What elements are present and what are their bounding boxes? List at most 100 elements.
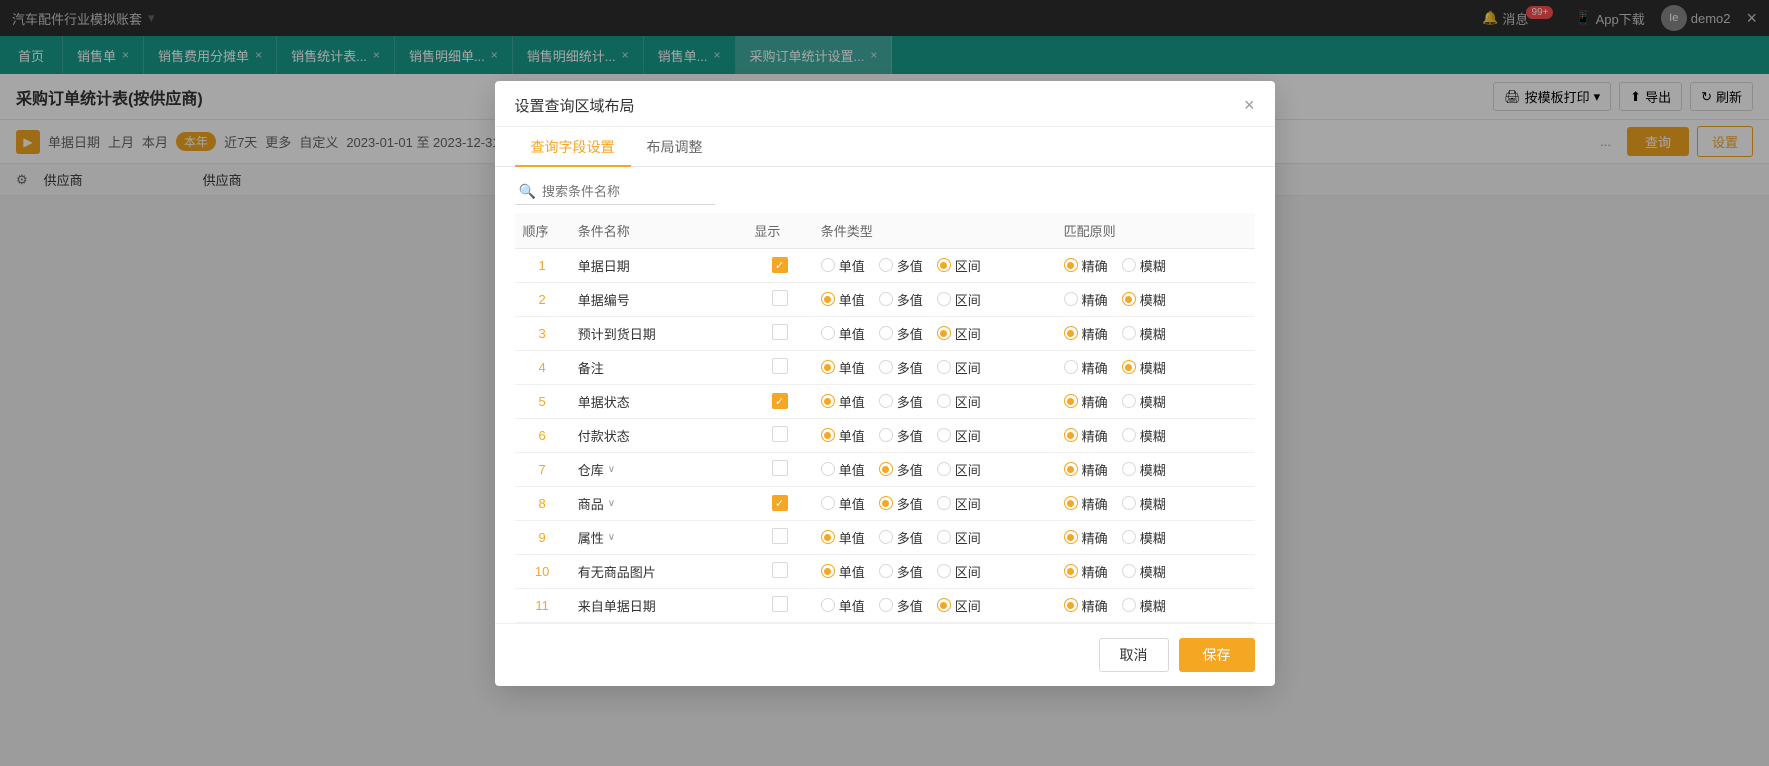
expand-arrow-icon[interactable]: ∨ bbox=[608, 532, 615, 543]
show-checkbox[interactable] bbox=[772, 290, 788, 306]
match-radio-exact[interactable]: 精确 bbox=[1064, 426, 1108, 445]
cell-show[interactable] bbox=[746, 554, 812, 588]
show-checkbox[interactable] bbox=[772, 596, 788, 612]
match-radio-fuzzy[interactable]: 模糊 bbox=[1122, 324, 1166, 343]
cell-show[interactable] bbox=[746, 350, 812, 384]
match-radio-exact[interactable]: 精确 bbox=[1064, 290, 1108, 309]
match-radio-group: 精确模糊 bbox=[1064, 358, 1247, 377]
match-radio-exact[interactable]: 精确 bbox=[1064, 562, 1108, 581]
cell-show[interactable] bbox=[746, 248, 812, 282]
match-radio-exact[interactable]: 精确 bbox=[1064, 460, 1108, 479]
type-radio-range[interactable]: 区间 bbox=[937, 290, 981, 309]
tab-query-fields[interactable]: 查询字段设置 bbox=[515, 127, 631, 167]
cell-show[interactable] bbox=[746, 316, 812, 350]
radio-dot-match-exact bbox=[1064, 530, 1078, 544]
cell-show[interactable] bbox=[746, 418, 812, 452]
cell-show[interactable] bbox=[746, 282, 812, 316]
type-radio-single[interactable]: 单值 bbox=[821, 562, 865, 581]
match-radio-fuzzy[interactable]: 模糊 bbox=[1122, 460, 1166, 479]
cell-order: 11 bbox=[515, 588, 570, 622]
type-radio-range[interactable]: 区间 bbox=[937, 358, 981, 377]
type-radio-range[interactable]: 区间 bbox=[937, 426, 981, 445]
match-radio-fuzzy[interactable]: 模糊 bbox=[1122, 290, 1166, 309]
type-radio-group: 单值多值区间 bbox=[821, 358, 1048, 377]
cell-show[interactable] bbox=[746, 452, 812, 486]
type-radio-range[interactable]: 区间 bbox=[937, 392, 981, 411]
type-radio-single[interactable]: 单值 bbox=[821, 358, 865, 377]
type-radio-multi[interactable]: 多值 bbox=[879, 494, 923, 513]
match-radio-exact[interactable]: 精确 bbox=[1064, 324, 1108, 343]
match-radio-fuzzy[interactable]: 模糊 bbox=[1122, 528, 1166, 547]
cell-show[interactable] bbox=[746, 520, 812, 554]
type-radio-single[interactable]: 单值 bbox=[821, 324, 865, 343]
type-radio-range[interactable]: 区间 bbox=[937, 324, 981, 343]
show-checkbox[interactable] bbox=[772, 495, 788, 511]
type-radio-single[interactable]: 单值 bbox=[821, 256, 865, 275]
cell-show[interactable] bbox=[746, 486, 812, 520]
expand-arrow-icon[interactable]: ∨ bbox=[608, 464, 615, 475]
expand-arrow-icon[interactable]: ∨ bbox=[608, 498, 615, 509]
match-radio-exact[interactable]: 精确 bbox=[1064, 494, 1108, 513]
type-radio-single[interactable]: 单值 bbox=[821, 528, 865, 547]
dialog-close-button[interactable]: × bbox=[1244, 96, 1255, 114]
radio-dot-range bbox=[937, 360, 951, 374]
type-radio-multi[interactable]: 多值 bbox=[879, 460, 923, 479]
show-checkbox[interactable] bbox=[772, 358, 788, 374]
show-checkbox[interactable] bbox=[772, 257, 788, 273]
cell-show[interactable] bbox=[746, 588, 812, 622]
cancel-button[interactable]: 取消 bbox=[1099, 638, 1169, 672]
cell-show[interactable] bbox=[746, 384, 812, 418]
match-radio-fuzzy[interactable]: 模糊 bbox=[1122, 494, 1166, 513]
type-radio-multi[interactable]: 多值 bbox=[879, 290, 923, 309]
match-radio-fuzzy[interactable]: 模糊 bbox=[1122, 256, 1166, 275]
match-radio-exact[interactable]: 精确 bbox=[1064, 392, 1108, 411]
match-radio-group: 精确模糊 bbox=[1064, 426, 1247, 445]
type-radio-single[interactable]: 单值 bbox=[821, 596, 865, 615]
type-radio-range[interactable]: 区间 bbox=[937, 256, 981, 275]
save-button[interactable]: 保存 bbox=[1179, 638, 1255, 672]
cell-type: 单值多值区间 bbox=[813, 316, 1056, 350]
tab-layout-adjust[interactable]: 布局调整 bbox=[631, 127, 719, 167]
match-radio-exact[interactable]: 精确 bbox=[1064, 528, 1108, 547]
type-radio-group: 单值多值区间 bbox=[821, 324, 1048, 343]
type-radio-multi[interactable]: 多值 bbox=[879, 426, 923, 445]
type-radio-single[interactable]: 单值 bbox=[821, 290, 865, 309]
type-radio-range[interactable]: 区间 bbox=[937, 460, 981, 479]
show-checkbox[interactable] bbox=[772, 426, 788, 442]
match-radio-fuzzy[interactable]: 模糊 bbox=[1122, 596, 1166, 615]
match-radio-exact[interactable]: 精确 bbox=[1064, 358, 1108, 377]
match-radio-fuzzy[interactable]: 模糊 bbox=[1122, 562, 1166, 581]
cell-match: 精确模糊 bbox=[1056, 520, 1255, 554]
type-radio-multi[interactable]: 多值 bbox=[879, 256, 923, 275]
match-radio-fuzzy[interactable]: 模糊 bbox=[1122, 426, 1166, 445]
match-radio-fuzzy[interactable]: 模糊 bbox=[1122, 358, 1166, 377]
show-checkbox[interactable] bbox=[772, 324, 788, 340]
show-checkbox[interactable] bbox=[772, 460, 788, 476]
type-radio-multi[interactable]: 多值 bbox=[879, 596, 923, 615]
show-checkbox[interactable] bbox=[772, 562, 788, 578]
type-radio-single[interactable]: 单值 bbox=[821, 426, 865, 445]
show-checkbox[interactable] bbox=[772, 393, 788, 409]
type-radio-single[interactable]: 单值 bbox=[821, 460, 865, 479]
match-radio-exact[interactable]: 精确 bbox=[1064, 596, 1108, 615]
type-radio-range[interactable]: 区间 bbox=[937, 494, 981, 513]
match-radio-exact[interactable]: 精确 bbox=[1064, 256, 1108, 275]
type-radio-multi[interactable]: 多值 bbox=[879, 358, 923, 377]
search-input[interactable] bbox=[542, 184, 711, 199]
type-radio-single[interactable]: 单值 bbox=[821, 392, 865, 411]
table-row: 8 商品 ∨ 单值多值区间精确模糊 bbox=[515, 486, 1255, 520]
type-radio-single[interactable]: 单值 bbox=[821, 494, 865, 513]
type-radio-multi[interactable]: 多值 bbox=[879, 324, 923, 343]
type-radio-multi[interactable]: 多值 bbox=[879, 562, 923, 581]
type-radio-range[interactable]: 区间 bbox=[937, 562, 981, 581]
radio-dot-match-exact bbox=[1064, 598, 1078, 612]
type-radio-range[interactable]: 区间 bbox=[937, 528, 981, 547]
show-checkbox[interactable] bbox=[772, 528, 788, 544]
radio-dot-multi bbox=[879, 462, 893, 476]
match-radio-fuzzy[interactable]: 模糊 bbox=[1122, 392, 1166, 411]
type-radio-multi[interactable]: 多值 bbox=[879, 392, 923, 411]
cell-name: 预计到货日期 bbox=[570, 316, 747, 350]
type-radio-multi[interactable]: 多值 bbox=[879, 528, 923, 547]
radio-dot-multi bbox=[879, 360, 893, 374]
type-radio-range[interactable]: 区间 bbox=[937, 596, 981, 615]
